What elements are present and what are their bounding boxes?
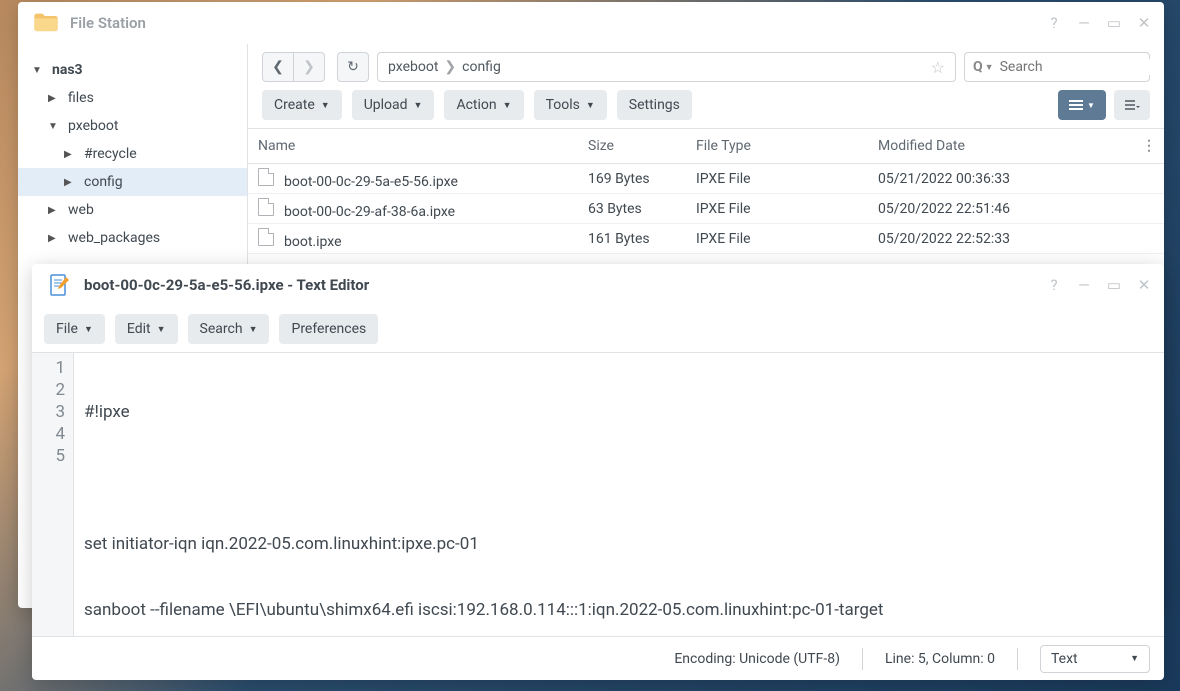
maximize-icon[interactable]: ▭ [1106,276,1122,294]
col-type[interactable]: File Type [686,138,868,154]
col-name[interactable]: Name [248,138,578,154]
back-button[interactable]: ❮ [262,52,294,82]
create-button[interactable]: Create▼ [262,90,342,120]
cursor-position: Line: 5, Column: 0 [885,651,995,667]
chevron-right-icon: ▶ [48,233,62,244]
chevron-down-icon[interactable]: ▼ [985,62,994,73]
edit-menu[interactable]: Edit▼ [115,314,178,344]
tree-item-config[interactable]: ▶ config [18,168,247,196]
more-columns-icon[interactable]: ⋮ [1134,138,1164,154]
code-editor[interactable]: 12345 #!ipxe set initiator-iqn iqn.2022-… [32,353,1164,636]
file-icon [258,198,274,216]
breadcrumb-seg[interactable]: config [462,59,501,75]
breadcrumb[interactable]: pxeboot ❯ config ☆ [377,52,956,82]
file-menu[interactable]: File▼ [44,314,105,344]
maximize-icon[interactable]: ▭ [1106,14,1122,32]
chevron-right-icon: ▶ [48,205,62,216]
titlebar[interactable]: boot-00-0c-29-5a-e5-56.ipxe - Text Edito… [32,264,1164,306]
breadcrumb-seg[interactable]: pxeboot [388,59,438,75]
refresh-button[interactable]: ↻ [337,52,369,82]
window-title: File Station [70,14,1046,32]
file-icon [258,168,274,186]
text-editor-window: boot-00-0c-29-5a-e5-56.ipxe - Text Edito… [32,264,1164,680]
code-line: sanboot --filename \EFI\ubuntu\shimx64.e… [84,599,1164,621]
list-view-button[interactable]: ▼ [1058,90,1106,120]
tree-item-files[interactable]: ▶ files [18,84,247,112]
preferences-button[interactable]: Preferences [279,314,378,344]
nav-toolbar: ❮ ❯ ↻ pxeboot ❯ config ☆ Q ▼ [248,44,1164,90]
chevron-down-icon: ▼ [32,65,46,76]
help-icon[interactable]: ? [1046,14,1062,32]
titlebar[interactable]: File Station ? — ▭ ✕ [18,2,1164,44]
upload-button[interactable]: Upload▼ [352,90,435,120]
tree-root[interactable]: ▼ nas3 [18,56,247,84]
search-field[interactable] [1000,59,1164,75]
help-icon[interactable]: ? [1046,276,1062,294]
table-row[interactable]: boot-00-0c-29-af-38-6a.ipxe 63 Bytes IPX… [248,194,1164,224]
action-button[interactable]: Action▼ [444,90,523,120]
folder-icon [30,7,62,39]
chevron-right-icon: ❯ [444,59,456,75]
action-toolbar: Create▼ Upload▼ Action▼ Tools▼ Settings … [248,90,1164,128]
tree-item-pxeboot[interactable]: ▼ pxeboot [18,112,247,140]
chevron-right-icon: ▶ [64,149,78,160]
chevron-down-icon: ▼ [48,121,62,132]
tree-item-recycle[interactable]: ▶ #recycle [18,140,247,168]
tree-item-web[interactable]: ▶ web [18,196,247,224]
chevron-down-icon: ▼ [1130,653,1139,664]
col-modified[interactable]: Modified Date [868,138,1134,154]
search-menu[interactable]: Search▼ [188,314,270,344]
code-line: #!ipxe [84,401,1164,423]
file-icon [258,228,274,246]
code-line [84,467,1164,489]
forward-button[interactable]: ❯ [293,52,325,82]
list-icon [1069,100,1083,110]
close-icon[interactable]: ✕ [1136,14,1152,32]
syntax-mode-select[interactable]: Text ▼ [1040,645,1150,673]
minimize-icon[interactable]: — [1076,276,1092,294]
chevron-right-icon: ▶ [48,93,62,104]
line-gutter: 12345 [32,353,74,636]
sort-button[interactable] [1114,90,1150,120]
chevron-right-icon: ▶ [64,177,78,188]
table-row[interactable]: boot.ipxe 161 Bytes IPXE File 05/20/2022… [248,224,1164,254]
star-icon[interactable]: ☆ [931,58,945,77]
statusbar: Encoding: Unicode (UTF-8) Line: 5, Colum… [32,636,1164,680]
editor-menubar: File▼ Edit▼ Search▼ Preferences [32,306,1164,353]
tree-item-web-packages[interactable]: ▶ web_packages [18,224,247,252]
window-title: boot-00-0c-29-5a-e5-56.ipxe - Text Edito… [84,276,369,294]
tools-button[interactable]: Tools▼ [534,90,607,120]
encoding-status: Encoding: Unicode (UTF-8) [674,651,840,667]
search-input[interactable]: Q ▼ [964,52,1150,82]
search-icon: Q [973,59,983,75]
table-row[interactable]: boot-00-0c-29-5a-e5-56.ipxe 169 Bytes IP… [248,164,1164,194]
close-icon[interactable]: ✕ [1136,276,1152,294]
settings-button[interactable]: Settings [617,90,692,120]
code-line: set initiator-iqn iqn.2022-05.com.linuxh… [84,533,1164,555]
minimize-icon[interactable]: — [1076,14,1092,32]
col-size[interactable]: Size [578,138,686,154]
code-area[interactable]: #!ipxe set initiator-iqn iqn.2022-05.com… [74,353,1164,636]
text-editor-icon [44,269,76,301]
